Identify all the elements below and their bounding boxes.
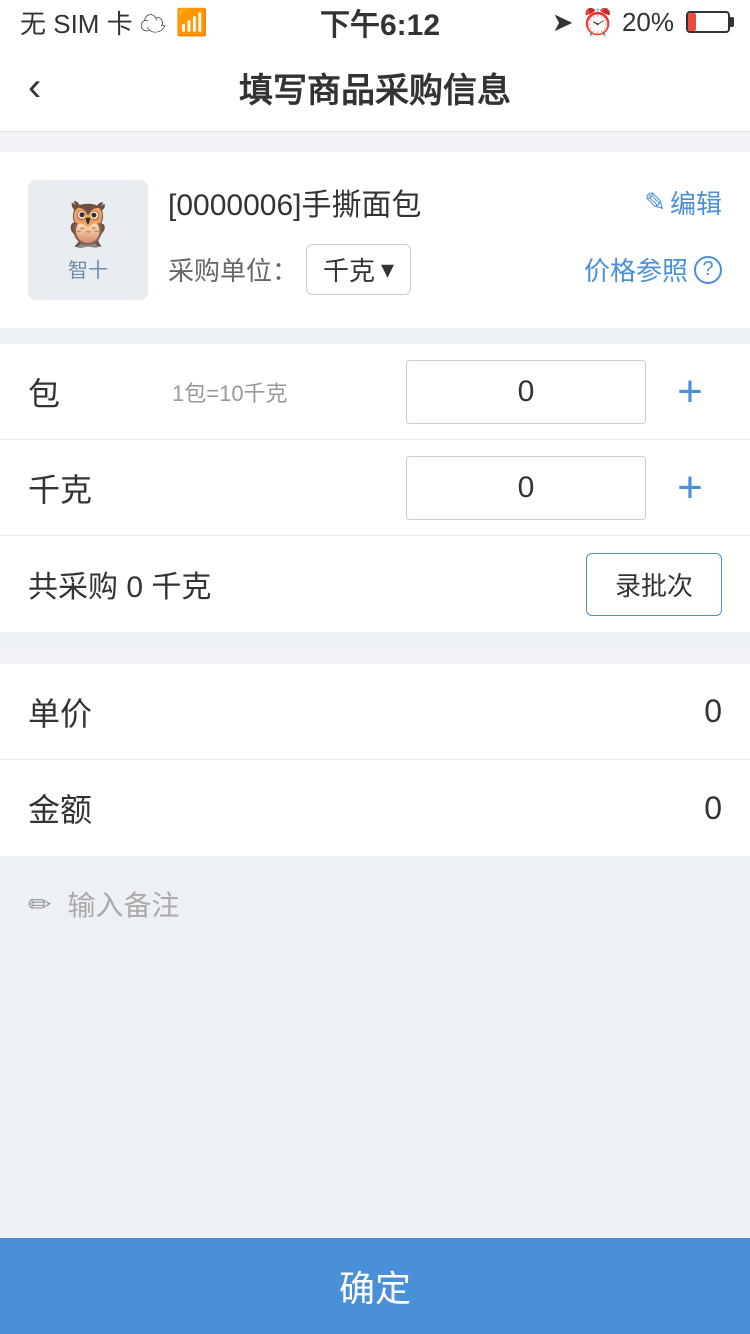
remarks-placeholder: 输入备注 [67,884,179,924]
unit-row: 采购单位： 千克 ▾ 价格参照 ? [168,244,722,295]
status-bar: 无 SIM 卡 ☁ 📶 下午6:12 ➤ ⏰ 20% [0,0,750,44]
sim-status: 无 SIM 卡 ☁ [20,4,166,41]
bao-plus-button[interactable]: + [658,360,722,424]
edit-button[interactable]: ✎ 编辑 [644,184,722,221]
price-section: 单价 0 金额 0 [0,664,750,856]
status-right: ➤ ⏰ 20% [552,7,730,38]
bao-label: 包 [28,369,168,415]
product-image-label: 智十 [68,254,108,283]
product-image: 🦉 智十 [28,180,148,300]
product-name-row: [0000006]手撕面包 ✎ 编辑 [168,180,722,224]
help-icon: ? [694,256,722,284]
alarm-icon: ⏰ [582,7,614,38]
unit-price-value: 0 [704,693,722,730]
location-icon: ➤ [552,7,574,38]
pencil-icon: ✏ [28,888,51,921]
price-ref-label: 价格参照 [584,251,688,288]
section-divider-1 [0,328,750,344]
status-time: 下午6:12 [320,0,440,44]
unit-price-label: 单价 [28,689,92,735]
status-left: 无 SIM 卡 ☁ 📶 [20,4,208,41]
page-title: 填写商品采购信息 [239,63,511,112]
amount-row: 金额 0 [0,760,750,856]
battery-pct: 20% [622,7,674,38]
bao-input-field[interactable]: 0 [406,360,646,424]
confirm-button[interactable]: 确定 [0,1238,750,1334]
bao-input-row: 包 1包=10千克 0 + [0,344,750,440]
unit-value: 千克 [323,251,375,288]
unit-label: 采购单位： [168,251,298,288]
bao-input-right: 0 + [288,360,722,424]
record-batch-button[interactable]: 录批次 [586,553,722,616]
edit-label: 编辑 [670,184,722,221]
price-ref-button[interactable]: 价格参照 ? [584,251,722,288]
unit-price-row: 单价 0 [0,664,750,760]
amount-value: 0 [704,790,722,827]
back-button[interactable]: ‹ [28,65,41,110]
summary-row: 共采购 0 千克 录批次 [0,536,750,632]
product-section: 🦉 智十 [0000006]手撕面包 ✎ 编辑 采购单位： 千克 ▾ 价格参照 … [0,152,750,328]
amount-label: 金额 [28,785,92,831]
product-owl-icon: 🦉 [61,198,116,250]
kg-input-row: 千克 0 + [0,440,750,536]
wifi-icon: 📶 [176,7,208,38]
content-area [0,952,750,1232]
kg-label: 千克 [28,465,168,511]
summary-text: 共采购 0 千克 [28,562,211,606]
dropdown-icon: ▾ [381,254,394,285]
kg-input-field[interactable]: 0 [406,456,646,520]
kg-input-right: 0 + [168,456,722,520]
product-name: [0000006]手撕面包 [168,180,421,224]
nav-bar: ‹ 填写商品采购信息 [0,44,750,132]
section-divider-2 [0,632,750,648]
kg-plus-button[interactable]: + [658,456,722,520]
bao-sublabel: 1包=10千克 [172,376,288,408]
remarks-section[interactable]: ✏ 输入备注 [0,856,750,952]
battery-icon [686,11,730,33]
input-section: 包 1包=10千克 0 + 千克 0 + [0,344,750,536]
product-info: [0000006]手撕面包 ✎ 编辑 采购单位： 千克 ▾ 价格参照 ? [168,180,722,295]
edit-icon: ✎ [644,187,666,218]
unit-select[interactable]: 千克 ▾ [306,244,411,295]
